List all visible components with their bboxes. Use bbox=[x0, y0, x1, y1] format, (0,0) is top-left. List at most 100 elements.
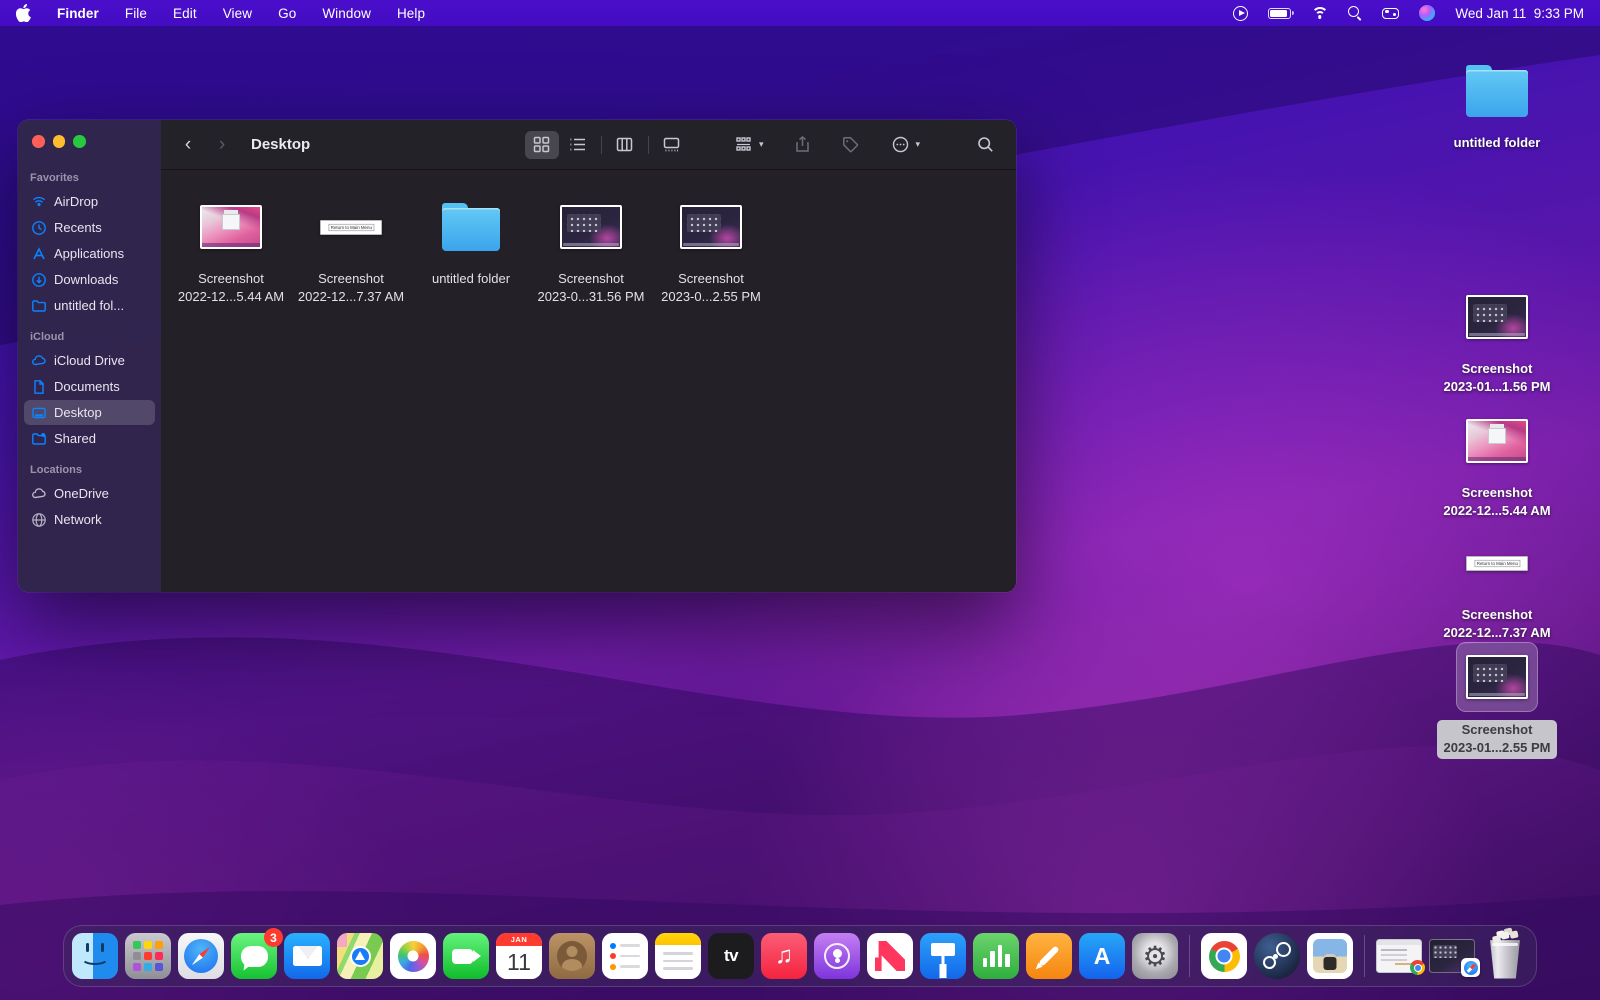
desktop-icon-untitled-folder[interactable]: untitled folder bbox=[1427, 56, 1567, 152]
dock-system-preferences[interactable]: ⚙ bbox=[1132, 933, 1178, 979]
sidebar-item-network[interactable]: Network bbox=[24, 507, 155, 532]
sidebar-item-downloads[interactable]: Downloads bbox=[24, 267, 155, 292]
sidebar-item-applications[interactable]: Applications bbox=[24, 241, 155, 266]
sidebar-item-recents[interactable]: Recents bbox=[24, 215, 155, 240]
dock-messages[interactable]: 3 bbox=[231, 933, 277, 979]
share-button[interactable] bbox=[785, 131, 819, 159]
numbers-icon bbox=[973, 933, 1019, 979]
sidebar-item-airdrop[interactable]: AirDrop bbox=[24, 189, 155, 214]
pages-icon bbox=[1026, 933, 1072, 979]
tags-button[interactable] bbox=[833, 131, 867, 159]
toolbar-divider bbox=[601, 136, 602, 154]
back-button[interactable]: ‹ bbox=[175, 132, 201, 158]
dock-facetime[interactable] bbox=[443, 933, 489, 979]
screenshot-thumbnail bbox=[1466, 295, 1528, 339]
apple-menu-icon[interactable] bbox=[16, 5, 31, 22]
group-by-button[interactable] bbox=[727, 131, 761, 159]
file-label: Screenshot 2023-0...2.55 PM bbox=[661, 270, 761, 305]
menu-view[interactable]: View bbox=[223, 6, 252, 21]
desktop-icon-screenshot-255pm-selected[interactable]: Screenshot 2023-01...2.55 PM bbox=[1427, 642, 1567, 759]
file-untitled-folder[interactable]: untitled folder bbox=[415, 196, 527, 288]
finder-content-area: Screenshot 2022-12...5.44 AM Return to M… bbox=[161, 170, 1016, 592]
window-title: Desktop bbox=[251, 136, 310, 153]
dock-news[interactable] bbox=[867, 933, 913, 979]
control-center-icon[interactable] bbox=[1382, 8, 1399, 19]
close-button[interactable] bbox=[32, 135, 45, 148]
more-actions-button[interactable] bbox=[883, 131, 917, 159]
music-icon: ♫ bbox=[761, 933, 807, 979]
column-view-button[interactable] bbox=[608, 131, 642, 159]
document-icon bbox=[30, 378, 47, 395]
icon-view-button[interactable] bbox=[525, 131, 559, 159]
sidebar-item-icloud-drive[interactable]: iCloud Drive bbox=[24, 348, 155, 373]
desktop-icon-label: Screenshot 2022-12...5.44 AM bbox=[1443, 484, 1550, 520]
dock-mail[interactable] bbox=[284, 933, 330, 979]
dock-pages[interactable] bbox=[1026, 933, 1072, 979]
dock-keynote[interactable] bbox=[920, 933, 966, 979]
dock-music[interactable]: ♫ bbox=[761, 933, 807, 979]
dock-photos[interactable] bbox=[390, 933, 436, 979]
dock-chrome[interactable] bbox=[1201, 933, 1247, 979]
dock-photo-viewer[interactable] bbox=[1307, 933, 1353, 979]
dock-finder[interactable] bbox=[72, 933, 118, 979]
desktop-icon-screenshot-156pm[interactable]: Screenshot 2023-01...1.56 PM bbox=[1427, 282, 1567, 396]
notes-icon bbox=[655, 933, 701, 979]
gear-icon: ⚙ bbox=[1132, 933, 1178, 979]
siri-icon[interactable] bbox=[1419, 5, 1435, 21]
dock-minimized-dark-window[interactable] bbox=[1429, 933, 1475, 979]
desktop-icon bbox=[30, 404, 47, 421]
dock-reminders[interactable] bbox=[602, 933, 648, 979]
file-screenshot-737am[interactable]: Return to Main Menu Screenshot 2022-12..… bbox=[295, 196, 407, 305]
dock-calendar[interactable]: JAN11 bbox=[496, 933, 542, 979]
dock-separator bbox=[1364, 935, 1365, 977]
photo-viewer-icon bbox=[1307, 933, 1353, 979]
forward-button[interactable]: › bbox=[209, 132, 235, 158]
menu-bar-clock[interactable]: Wed Jan 11 9:33 PM bbox=[1455, 6, 1584, 21]
folder-icon bbox=[30, 297, 47, 314]
desktop-icon-screenshot-544am[interactable]: Screenshot 2022-12...5.44 AM bbox=[1427, 406, 1567, 520]
dock-maps[interactable] bbox=[337, 933, 383, 979]
menu-finder[interactable]: Finder bbox=[57, 6, 99, 21]
dock-notes[interactable] bbox=[655, 933, 701, 979]
file-screenshot-544am[interactable]: Screenshot 2022-12...5.44 AM bbox=[175, 196, 287, 305]
battery-icon[interactable] bbox=[1268, 8, 1291, 19]
dock-launchpad[interactable] bbox=[125, 933, 171, 979]
chrome-icon bbox=[1201, 933, 1247, 979]
zoom-button[interactable] bbox=[73, 135, 86, 148]
desktop-icon-screenshot-737am[interactable]: Return to Main Menu Screenshot 2022-12..… bbox=[1427, 528, 1567, 642]
dock-minimized-chrome-window[interactable] bbox=[1376, 933, 1422, 979]
gallery-view-button[interactable] bbox=[655, 131, 689, 159]
applications-icon bbox=[30, 245, 47, 262]
menu-window[interactable]: Window bbox=[322, 6, 371, 21]
messages-badge: 3 bbox=[264, 928, 283, 947]
dock-steam[interactable] bbox=[1254, 933, 1300, 979]
dock-contacts[interactable] bbox=[549, 933, 595, 979]
sidebar-item-shared[interactable]: Shared bbox=[24, 426, 155, 451]
list-view-button[interactable] bbox=[561, 131, 595, 159]
spotlight-icon[interactable] bbox=[1348, 6, 1362, 20]
keynote-icon bbox=[920, 933, 966, 979]
file-screenshot-255pm[interactable]: Screenshot 2023-0...2.55 PM bbox=[655, 196, 767, 305]
sidebar-item-untitled-folder[interactable]: untitled fol... bbox=[24, 293, 155, 318]
now-playing-icon[interactable] bbox=[1233, 6, 1248, 21]
sidebar-item-documents[interactable]: Documents bbox=[24, 374, 155, 399]
dock-trash[interactable] bbox=[1482, 933, 1528, 979]
dock-app-store[interactable]: A bbox=[1079, 933, 1125, 979]
menu-edit[interactable]: Edit bbox=[173, 6, 197, 21]
menu-help[interactable]: Help bbox=[397, 6, 425, 21]
menu-file[interactable]: File bbox=[125, 6, 147, 21]
sidebar-item-onedrive[interactable]: OneDrive bbox=[24, 481, 155, 506]
dock-numbers[interactable] bbox=[973, 933, 1019, 979]
search-button[interactable] bbox=[968, 131, 1002, 159]
minimize-button[interactable] bbox=[53, 135, 66, 148]
menu-go[interactable]: Go bbox=[278, 6, 296, 21]
file-screenshot-3156pm[interactable]: Screenshot 2023-0...31.56 PM bbox=[535, 196, 647, 305]
mail-icon bbox=[284, 933, 330, 979]
dock-safari[interactable] bbox=[178, 933, 224, 979]
sidebar-item-desktop[interactable]: Desktop bbox=[24, 400, 155, 425]
wifi-icon[interactable] bbox=[1311, 7, 1328, 20]
dock-tv[interactable]: tv bbox=[708, 933, 754, 979]
photos-icon bbox=[390, 933, 436, 979]
sidebar-section-icloud: iCloud bbox=[18, 319, 161, 347]
dock-podcasts[interactable] bbox=[814, 933, 860, 979]
